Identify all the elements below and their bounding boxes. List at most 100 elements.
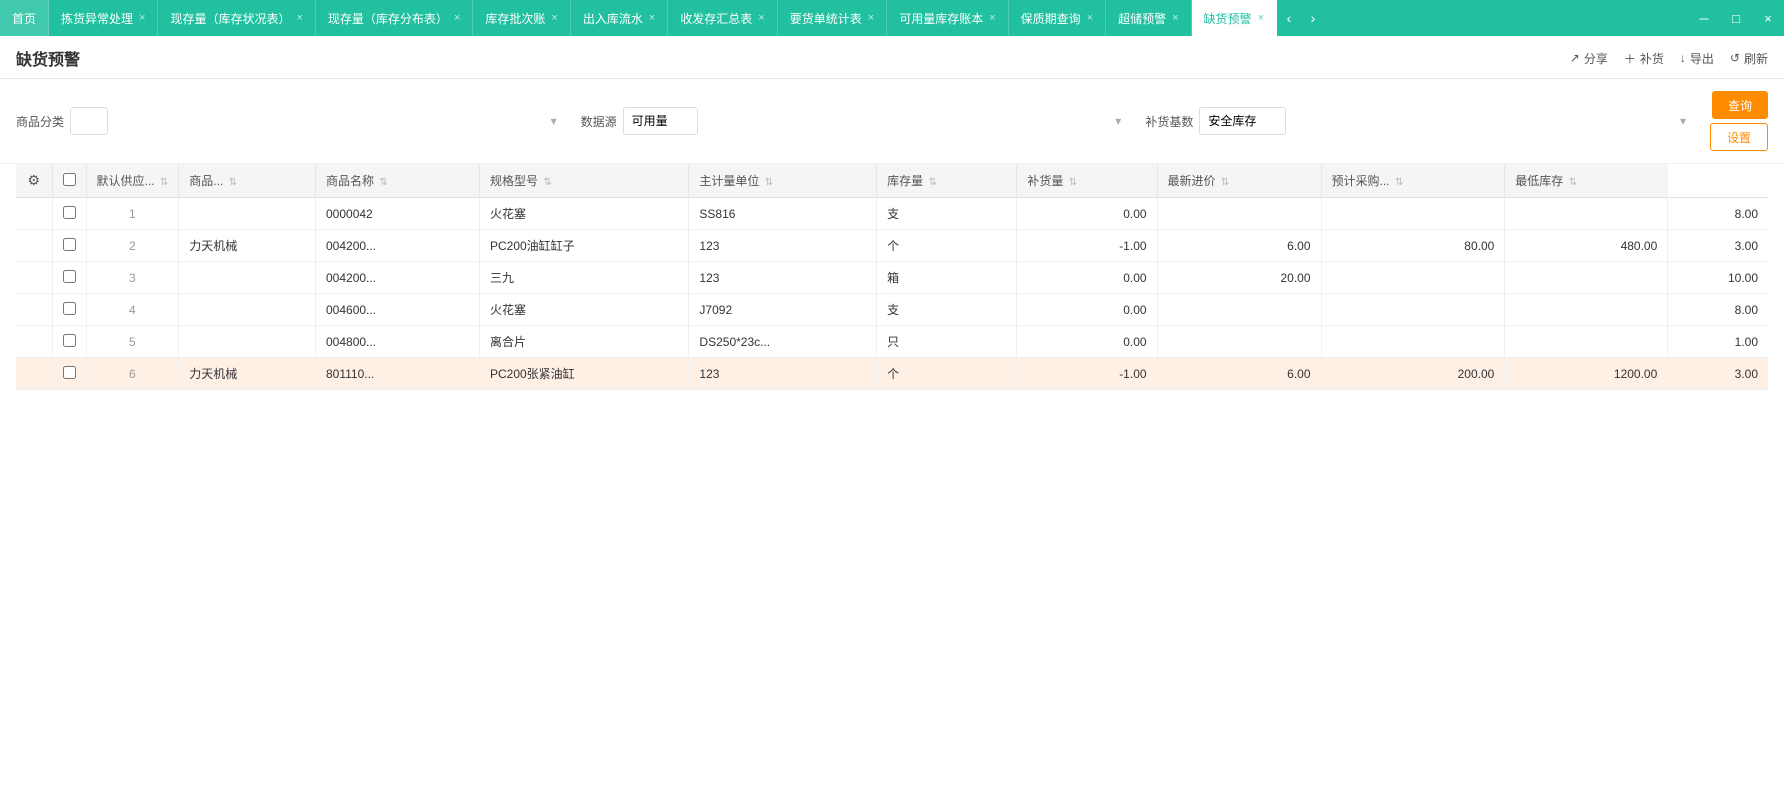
- row-unit-3: 箱: [877, 262, 1017, 294]
- tab-order-stat[interactable]: 要货单统计表 ×: [778, 0, 887, 36]
- datasource-select[interactable]: 可用量 库存量: [623, 107, 698, 135]
- window-maximize-btn[interactable]: □: [1720, 11, 1752, 26]
- col-header-replenish: 补货量 ⇅: [1017, 164, 1157, 198]
- window-close-btn[interactable]: ×: [1752, 11, 1784, 26]
- datasource-filter-group: 数据源 可用量 库存量: [581, 107, 1130, 135]
- sort-estimated-icon[interactable]: ⇅: [1395, 177, 1403, 188]
- sort-goods-name-icon[interactable]: ⇅: [379, 177, 387, 188]
- share-icon: ↗: [1570, 51, 1580, 65]
- filter-actions: 查询 设置: [1710, 91, 1768, 151]
- row-stock-3: 0.00: [1017, 262, 1157, 294]
- tab-close-inout[interactable]: ×: [649, 12, 655, 24]
- tab-batch[interactable]: 库存批次账 ×: [473, 0, 570, 36]
- sort-latest-price-icon[interactable]: ⇅: [1221, 177, 1229, 188]
- row-settings-cell: [16, 262, 52, 294]
- row-settings-cell: [16, 198, 52, 230]
- row-supplier-5: [179, 326, 316, 358]
- row-supplier-2: 力天机械: [179, 230, 316, 262]
- row-check-cell: [52, 198, 86, 230]
- export-button[interactable]: ↓ 导出: [1680, 50, 1714, 67]
- tab-close-stock-dist[interactable]: ×: [454, 12, 460, 24]
- table-row[interactable]: 3 004200... 三九 123 箱 0.00 20.00 10.00: [16, 262, 1768, 294]
- tab-close-expire[interactable]: ×: [1087, 12, 1093, 24]
- sort-goods-code-icon[interactable]: ⇅: [229, 177, 237, 188]
- table-row[interactable]: 4 004600... 火花塞 J7092 支 0.00 8.00: [16, 294, 1768, 326]
- tab-overstock[interactable]: 超储预警 ×: [1106, 0, 1191, 36]
- row-goods-code-5: 004800...: [316, 326, 480, 358]
- tab-prev-btn[interactable]: ‹: [1277, 0, 1301, 36]
- tab-close-order-stat[interactable]: ×: [868, 12, 874, 24]
- tab-expire[interactable]: 保质期查询 ×: [1009, 0, 1106, 36]
- row-checkbox-2[interactable]: [63, 238, 76, 251]
- row-goods-name-5: 离合片: [479, 326, 688, 358]
- replenish-button[interactable]: ＋ 补货: [1624, 50, 1664, 67]
- setting-button[interactable]: 设置: [1710, 123, 1768, 151]
- tab-available[interactable]: 可用量库存账本 ×: [887, 0, 1008, 36]
- tab-abnormal[interactable]: 拣货异常处理 ×: [49, 0, 158, 36]
- table-row[interactable]: 1 0000042 火花塞 SS816 支 0.00 8.00: [16, 198, 1768, 230]
- row-unit-2: 个: [877, 230, 1017, 262]
- row-num-5: 5: [86, 326, 179, 358]
- tab-close-shortage[interactable]: ×: [1258, 12, 1264, 24]
- sort-stock-icon[interactable]: ⇅: [929, 177, 937, 188]
- tab-close-overstock[interactable]: ×: [1172, 12, 1178, 24]
- tab-shortage[interactable]: 缺货预警 ×: [1192, 0, 1277, 36]
- table-row[interactable]: 6 力天机械 801110... PC200张紧油缸 123 个 -1.00 6…: [16, 358, 1768, 390]
- row-latest-price-4: [1321, 294, 1505, 326]
- replenish-base-select[interactable]: 安全库存 最低库存: [1199, 107, 1286, 135]
- row-goods-name-4: 火花塞: [479, 294, 688, 326]
- row-checkbox-3[interactable]: [63, 270, 76, 283]
- sort-unit-icon[interactable]: ⇅: [765, 177, 773, 188]
- tab-close-available[interactable]: ×: [989, 12, 995, 24]
- tab-home[interactable]: 首页: [0, 0, 49, 36]
- window-minimize-btn[interactable]: －: [1688, 9, 1720, 28]
- tab-close-stock-status[interactable]: ×: [296, 12, 302, 24]
- row-replenish-6: 6.00: [1157, 358, 1321, 390]
- share-button[interactable]: ↗ 分享: [1570, 50, 1608, 67]
- tab-close-batch[interactable]: ×: [551, 12, 557, 24]
- col-header-spec: 规格型号 ⇅: [479, 164, 688, 198]
- col-header-goods-name: 商品名称 ⇅: [316, 164, 480, 198]
- page-content: 缺货预警 ↗ 分享 ＋ 补货 ↓ 导出 ↺ 刷新 商品分类: [0, 36, 1784, 796]
- sort-spec-icon[interactable]: ⇅: [543, 177, 551, 188]
- row-checkbox-6[interactable]: [63, 366, 76, 379]
- col-header-supplier: 默认供应... ⇅: [86, 164, 179, 198]
- table-row[interactable]: 5 004800... 离合片 DS250*23c... 只 0.00 1.00: [16, 326, 1768, 358]
- row-latest-price-1: [1321, 198, 1505, 230]
- replenish-base-label: 补货基数: [1145, 113, 1193, 130]
- sort-min-stock-icon[interactable]: ⇅: [1569, 177, 1577, 188]
- select-all-checkbox[interactable]: [63, 173, 76, 186]
- row-checkbox-4[interactable]: [63, 302, 76, 315]
- export-icon: ↓: [1680, 51, 1686, 65]
- row-checkbox-5[interactable]: [63, 334, 76, 347]
- tab-collection[interactable]: 收发存汇总表 ×: [668, 0, 777, 36]
- tab-stock-dist[interactable]: 现存量（库存分布表） ×: [316, 0, 473, 36]
- row-goods-name-6: PC200张紧油缸: [479, 358, 688, 390]
- sort-supplier-icon[interactable]: ⇅: [160, 177, 168, 188]
- filter-row: 商品分类 数据源 可用量 库存量 补货基数 安全库存: [0, 79, 1784, 164]
- row-stock-2: -1.00: [1017, 230, 1157, 262]
- refresh-button[interactable]: ↺ 刷新: [1730, 50, 1768, 67]
- column-settings-button[interactable]: ⚙: [27, 172, 40, 189]
- row-settings-cell: [16, 294, 52, 326]
- page-title: 缺货预警: [16, 46, 80, 70]
- col-header-min-stock: 最低库存 ⇅: [1505, 164, 1668, 198]
- category-select[interactable]: [70, 107, 108, 135]
- row-min-stock-5: 1.00: [1668, 326, 1768, 358]
- tab-next-btn[interactable]: ›: [1301, 0, 1325, 36]
- row-checkbox-1[interactable]: [63, 206, 76, 219]
- row-spec-2: 123: [689, 230, 877, 262]
- row-check-cell: [52, 262, 86, 294]
- query-button[interactable]: 查询: [1712, 91, 1768, 119]
- row-replenish-4: [1157, 294, 1321, 326]
- row-goods-code-1: 0000042: [316, 198, 480, 230]
- tab-stock-status[interactable]: 现存量（库存状况表） ×: [158, 0, 315, 36]
- sort-replenish-icon[interactable]: ⇅: [1069, 177, 1077, 188]
- table-row[interactable]: 2 力天机械 004200... PC200油缸缸子 123 个 -1.00 6…: [16, 230, 1768, 262]
- tab-close-abnormal[interactable]: ×: [139, 12, 145, 24]
- tab-close-collection[interactable]: ×: [758, 12, 764, 24]
- tab-inout[interactable]: 出入库流水 ×: [571, 0, 668, 36]
- row-check-cell: [52, 230, 86, 262]
- row-replenish-1: [1157, 198, 1321, 230]
- row-supplier-4: [179, 294, 316, 326]
